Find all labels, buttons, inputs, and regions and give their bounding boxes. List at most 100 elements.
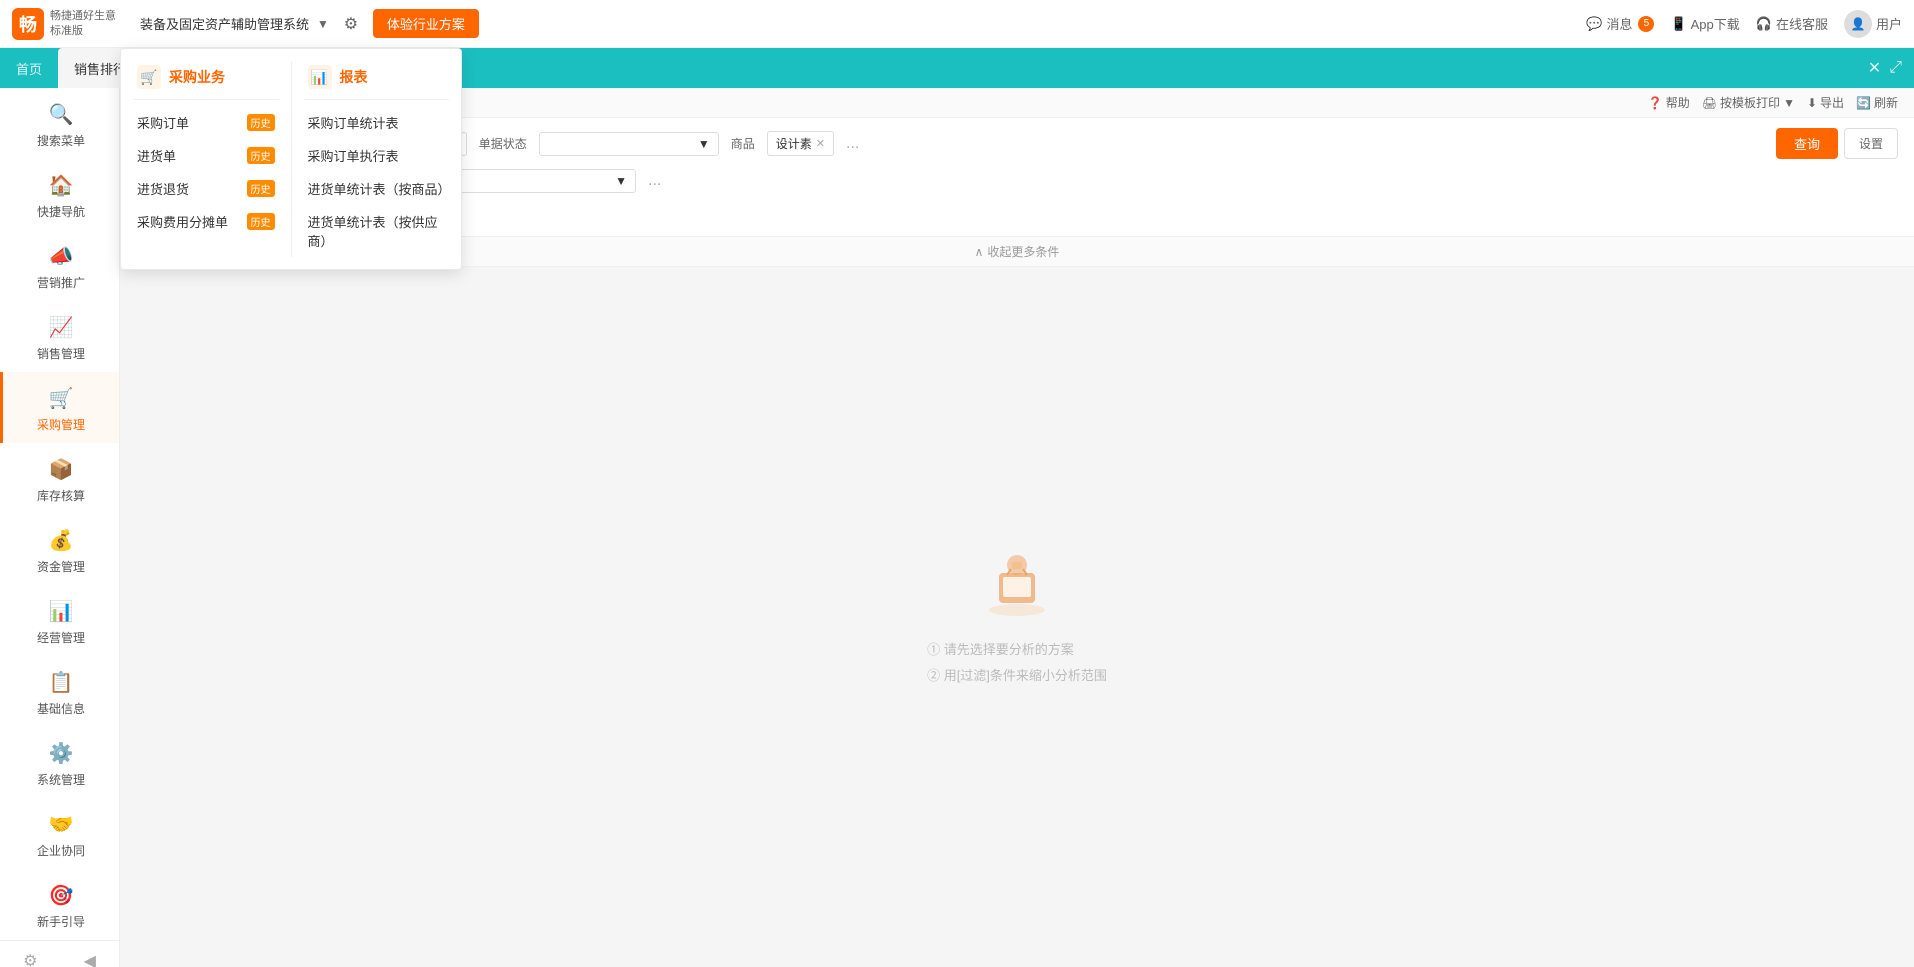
dropdown-item-cost[interactable]: 采购费用分摊单 历史 (133, 205, 279, 238)
home-icon: 🏠 (49, 173, 74, 198)
help-label: 帮助 (1666, 94, 1690, 111)
finance-icon: 💰 (49, 528, 74, 553)
dropdown-heading-report: 📊 报表 (304, 61, 450, 100)
dropdown-item-po-exec[interactable]: 采购订单执行表 (304, 139, 450, 172)
filter-actions: 查询 设置 (1776, 128, 1898, 159)
sidebar-label-guide: 新手引导 (37, 913, 85, 930)
phone-icon: 📱 (1670, 16, 1686, 32)
cost-history-badge: 历史 (247, 213, 275, 230)
user-item[interactable]: 👤 用户 (1844, 10, 1902, 38)
avatar: 👤 (1844, 10, 1872, 38)
purchase-heading-label: 采购业务 (169, 67, 225, 87)
sidebar-item-operations[interactable]: 📊 经营管理 (0, 585, 119, 656)
notification-label: 消息 (1606, 14, 1632, 33)
sidebar-item-guide[interactable]: 🎯 新手引导 (0, 869, 119, 940)
sidebar-bottom: ⚙ ◀ (0, 940, 119, 967)
header-settings-btn[interactable]: ⚙ (337, 10, 365, 38)
sidebar: 🔍 搜索菜单 🏠 快捷导航 📣 营销推广 📈 销售管理 🛒 采购管理 📦 库存核… (0, 88, 120, 967)
refresh-btn[interactable]: 🔄 刷新 (1856, 94, 1898, 111)
refresh-icon: 🔄 (1856, 96, 1871, 110)
tab-close-icon[interactable]: ✕ (1868, 58, 1881, 78)
guide-icon: 🎯 (49, 883, 74, 908)
dropdown-item-po[interactable]: 采购订单 历史 (133, 106, 279, 139)
dropdown-item-po-stat[interactable]: 采购订单统计表 (304, 106, 450, 139)
sidebar-collapse-btn[interactable]: ◀ (84, 951, 96, 967)
notification-item[interactable]: 💬 消息 5 (1586, 14, 1654, 33)
salesperson-dots[interactable]: ... (648, 172, 661, 190)
print-template-btn[interactable]: 🖨 按模板打印 ▼ (1702, 94, 1795, 111)
sidebar-settings-btn[interactable]: ⚙ (23, 951, 37, 967)
voucher-status-label: 单据状态 (479, 135, 527, 152)
cost-label: 采购费用分摊单 (137, 212, 228, 231)
query-btn[interactable]: 查询 (1776, 128, 1838, 159)
headset-icon: 🎧 (1756, 16, 1772, 32)
sidebar-item-finance[interactable]: 💰 资金管理 (0, 514, 119, 585)
tab-home-label: 首页 (16, 59, 42, 78)
sidebar-item-purchase[interactable]: 🛒 采购管理 (0, 372, 119, 443)
system-title-dropdown[interactable]: ▼ (317, 17, 329, 31)
goods-dots[interactable]: ... (846, 135, 859, 153)
empty-hint-1: 请先选择要分析的方案 (927, 637, 1107, 663)
empty-state: 请先选择要分析的方案 用[过滤]条件来缩小分析范围 (120, 267, 1914, 967)
empty-hints: 请先选择要分析的方案 用[过滤]条件来缩小分析范围 (927, 637, 1107, 689)
logo-area: 畅 畅捷通好生意 标准版 (12, 8, 132, 40)
goods-label: 商品 (731, 135, 755, 152)
dropdown-item-inbound-stat[interactable]: 进货单统计表（按商品） (304, 172, 450, 205)
sidebar-item-search[interactable]: 🔍 搜索菜单 (0, 88, 119, 159)
dropdown-item-inbound-supplier[interactable]: 进货单统计表（按供应商） (304, 205, 450, 257)
tab-expand-icon[interactable]: ⤢ (1889, 59, 1902, 77)
sidebar-label-system: 系统管理 (37, 771, 85, 788)
logo-icon: 畅 (12, 8, 44, 40)
salesperson-select[interactable]: ▼ (456, 169, 636, 193)
sidebar-item-quicknav[interactable]: 🏠 快捷导航 (0, 159, 119, 230)
refresh-label: 刷新 (1874, 94, 1898, 111)
export-icon: ⬇ (1807, 96, 1817, 110)
help-icon: ❓ (1648, 96, 1663, 110)
sidebar-item-marketing[interactable]: 📣 营销推广 (0, 230, 119, 301)
dropdown-item-inbound[interactable]: 进货单 历史 (133, 139, 279, 172)
sidebar-item-enterprise[interactable]: 🤝 企业协同 (0, 798, 119, 869)
sidebar-item-sales[interactable]: 📈 销售管理 (0, 301, 119, 372)
dropdown-item-return[interactable]: 进货退货 历史 (133, 172, 279, 205)
app-download-label: App下载 (1691, 14, 1740, 33)
po-label: 采购订单 (137, 113, 189, 132)
app-download-item[interactable]: 📱 App下载 (1670, 14, 1739, 33)
goods-tag-close[interactable]: ✕ (816, 137, 825, 150)
tab-bar-right: ✕ ⤢ (1868, 58, 1914, 78)
sidebar-item-inventory[interactable]: 📦 库存核算 (0, 443, 119, 514)
filter-settings-btn[interactable]: 设置 (1844, 128, 1898, 159)
system-icon: ⚙️ (49, 741, 74, 766)
sidebar-label-sales: 销售管理 (37, 345, 85, 362)
logo-text: 畅捷通好生意 标准版 (50, 9, 116, 38)
sidebar-label-basic: 基础信息 (37, 700, 85, 717)
export-btn[interactable]: ⬇ 导出 (1807, 94, 1844, 111)
industry-btn[interactable]: 体验行业方案 (373, 9, 479, 38)
online-service-label: 在线客服 (1776, 14, 1828, 33)
return-label: 进货退货 (137, 179, 189, 198)
voucher-status-arrow: ▼ (698, 137, 710, 151)
sidebar-item-system[interactable]: ⚙️ 系统管理 (0, 727, 119, 798)
collapse-arrow-icon: ∧ (975, 245, 984, 259)
header-right: 💬 消息 5 📱 App下载 🎧 在线客服 👤 用户 (1586, 10, 1902, 38)
sidebar-item-basic[interactable]: 📋 基础信息 (0, 656, 119, 727)
sidebar-label-operations: 经营管理 (37, 629, 85, 646)
notification-count: 5 (1638, 16, 1654, 32)
tab-home[interactable]: 首页 (0, 48, 58, 88)
online-service-item[interactable]: 🎧 在线客服 (1756, 14, 1828, 33)
help-btn[interactable]: ❓ 帮助 (1648, 94, 1690, 111)
po-exec-label: 采购订单执行表 (308, 146, 399, 165)
voucher-status-select[interactable]: ▼ (539, 132, 719, 156)
dropdown-menu: 🛒 采购业务 采购订单 历史 进货单 历史 进货退货 历史 采购费用分摊单 历史… (120, 48, 462, 270)
header-center: 装备及固定资产辅助管理系统 ▼ ⚙ 体验行业方案 (132, 9, 1586, 38)
po-history-badge: 历史 (247, 114, 275, 131)
operations-icon: 📊 (49, 599, 74, 624)
inbound-label: 进货单 (137, 146, 176, 165)
purchase-icon: 🛒 (49, 386, 74, 411)
logo-line1: 畅捷通好生意 (50, 9, 116, 23)
po-stat-label: 采购订单统计表 (308, 113, 399, 132)
user-label: 用户 (1876, 14, 1902, 33)
report-heading-label: 报表 (340, 67, 368, 87)
salesperson-arrow: ▼ (615, 174, 627, 188)
dropdown-col-purchase: 🛒 采购业务 采购订单 历史 进货单 历史 进货退货 历史 采购费用分摊单 历史 (121, 61, 291, 257)
marketing-icon: 📣 (49, 244, 74, 269)
